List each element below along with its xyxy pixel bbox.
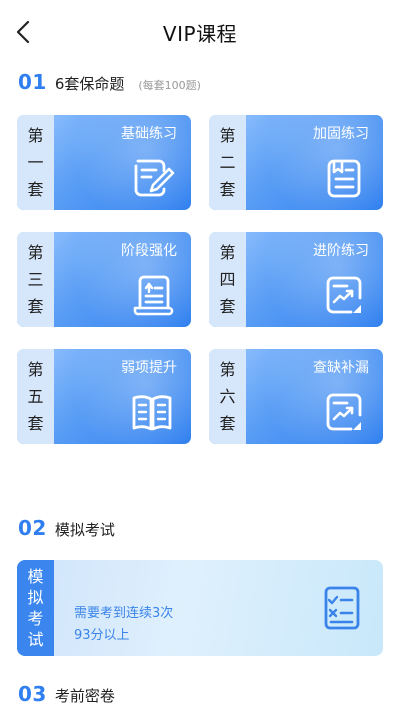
side-char: 六 (219, 387, 236, 406)
section-number: 02 (18, 516, 47, 540)
side-char: 二 (219, 153, 236, 172)
side-char: 套 (27, 180, 44, 199)
card-side-label: 第 三 套 (17, 232, 54, 327)
card-title: 查缺补漏 (313, 360, 369, 376)
mock-side-label: 模 拟 考 试 (17, 560, 54, 656)
side-char: 五 (27, 387, 44, 406)
top-bar: VIP课程 (0, 0, 400, 60)
section-header-final-papers: 03 考前密卷 (18, 682, 115, 706)
practice-card-6[interactable]: 第 六 套 查缺补漏 (209, 349, 383, 444)
side-char: 拟 (27, 588, 44, 607)
side-char: 套 (27, 297, 44, 316)
side-char: 第 (219, 360, 236, 379)
card-title: 进阶练习 (313, 243, 369, 259)
side-char: 考 (27, 609, 44, 628)
side-char: 套 (219, 297, 236, 316)
scroll-list-icon (133, 275, 174, 316)
side-char: 套 (219, 414, 236, 433)
section-number: 01 (18, 70, 47, 94)
practice-card-3[interactable]: 第 三 套 阶段强化 (17, 232, 191, 327)
card-side-label: 第 六 套 (209, 349, 246, 444)
card-title: 加固练习 (313, 126, 369, 142)
page-title: VIP课程 (162, 22, 238, 46)
side-char: 第 (27, 126, 44, 145)
side-char: 第 (27, 243, 44, 262)
book-open-icon (132, 395, 172, 431)
card-side-label: 第 四 套 (209, 232, 246, 327)
card-side-label: 第 五 套 (17, 349, 54, 444)
practice-card-4[interactable]: 第 四 套 进阶练习 (209, 232, 383, 327)
side-char: 三 (27, 270, 44, 289)
document-list-icon (327, 159, 361, 198)
chart-trend-icon (326, 393, 362, 431)
exam-checklist-icon (324, 586, 360, 630)
practice-card-5[interactable]: 第 五 套 弱项提升 (17, 349, 191, 444)
side-char: 第 (219, 126, 236, 145)
practice-card-1[interactable]: 第 一 套 基础练习 (17, 115, 191, 210)
side-char: 套 (27, 414, 44, 433)
section-note: (每套100题) (138, 79, 201, 92)
side-char: 试 (27, 630, 44, 649)
side-char: 模 (27, 567, 44, 586)
section-header-mock-exam: 02 模拟考试 (18, 516, 115, 540)
card-side-label: 第 一 套 (17, 115, 54, 210)
chart-trend-icon (326, 276, 362, 314)
section-title: 6套保命题 (54, 75, 125, 93)
side-char: 第 (219, 243, 236, 262)
section-title: 模拟考试 (54, 521, 115, 539)
card-title: 阶段强化 (121, 243, 177, 259)
card-title: 弱项提升 (121, 360, 177, 376)
card-title: 基础练习 (121, 126, 177, 142)
note-pencil-icon (134, 159, 175, 197)
section-header-practice-sets: 01 6套保命题 (每套100题) (18, 70, 201, 94)
practice-card-2[interactable]: 第 二 套 加固练习 (209, 115, 383, 210)
side-char: 套 (219, 180, 236, 199)
side-char: 第 (27, 360, 44, 379)
mock-requirement-line1: 需要考到连续3次 (74, 606, 174, 621)
side-char: 一 (27, 153, 44, 172)
mock-requirement-line2: 93分以上 (74, 628, 130, 643)
mock-exam-card[interactable]: 模 拟 考 试 需要考到连续3次 93分以上 (17, 560, 383, 656)
card-side-label: 第 二 套 (209, 115, 246, 210)
section-number: 03 (18, 682, 47, 706)
side-char: 四 (219, 270, 236, 289)
